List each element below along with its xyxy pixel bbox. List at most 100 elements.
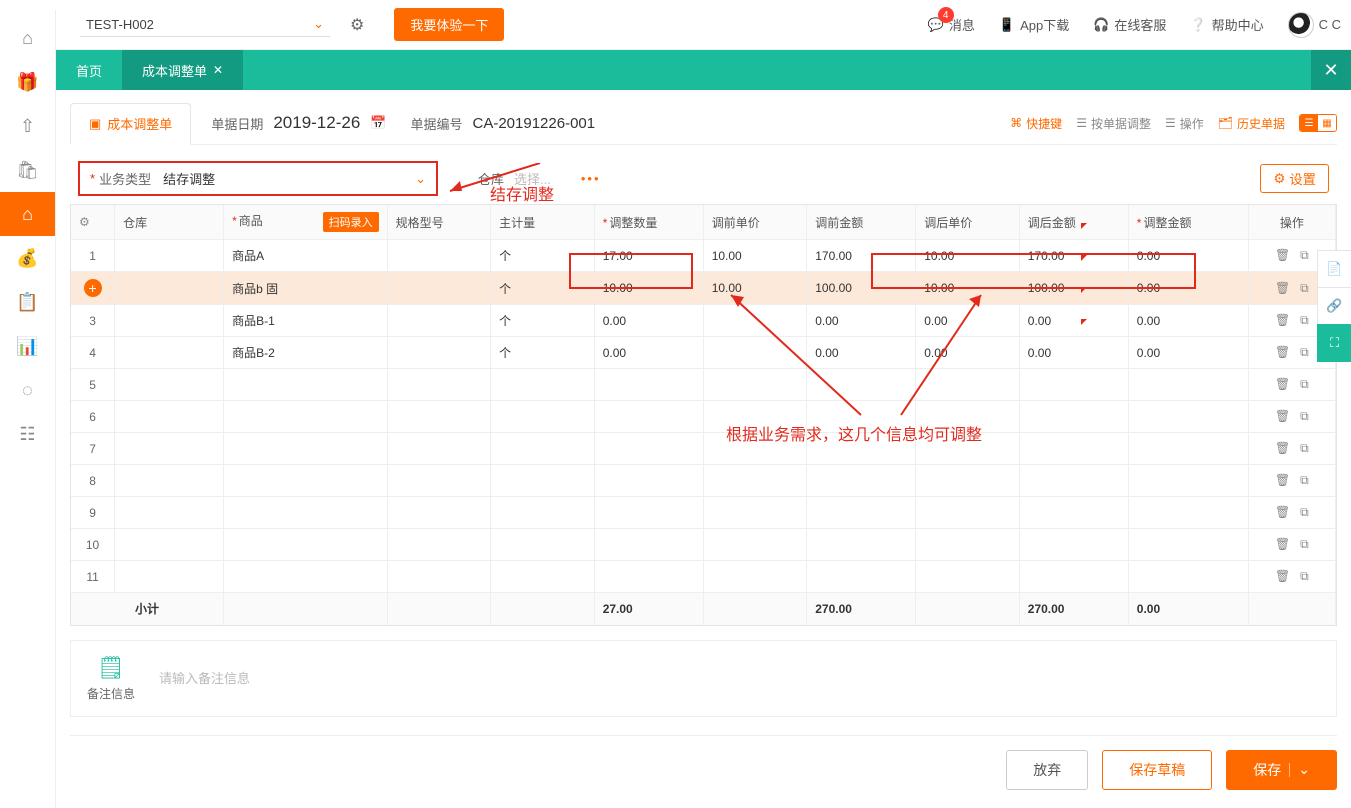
close-icon[interactable]: ✕ (213, 63, 223, 77)
nav-report[interactable]: 📊 (0, 324, 55, 368)
delete-icon[interactable]: 🗑 (1275, 377, 1290, 392)
nav-bag[interactable]: 🛍 (0, 148, 55, 192)
copy-icon[interactable]: ⧉ (1300, 569, 1309, 584)
calendar-icon[interactable]: 📅 (370, 115, 386, 131)
required-star: * (90, 171, 95, 186)
data-table: ⚙ 仓库 *商品扫码录入 规格型号 主计量 *调整数量 调前单价 调前金额 调后… (70, 204, 1337, 626)
tabs-close-all[interactable]: ✕ (1311, 50, 1351, 90)
discard-button[interactable]: 放弃 (1006, 750, 1088, 790)
app-label: App下载 (1020, 15, 1069, 34)
ops-link[interactable]: ☰ 操作 (1165, 115, 1204, 132)
nav-home[interactable]: ⌂ (0, 16, 55, 60)
table-row[interactable]: 4商品B-2个0.000.000.000.000.00🗑⧉ (71, 337, 1336, 369)
history-link[interactable]: 🗂 历史单据 (1218, 115, 1285, 132)
delete-icon[interactable]: 🗑 (1275, 505, 1290, 520)
table-row[interactable]: 7🗑⧉ (71, 433, 1336, 465)
copy-icon[interactable]: ⧉ (1300, 505, 1309, 520)
copy-icon[interactable]: ⧉ (1300, 409, 1309, 424)
table-row[interactable]: 3商品B-1个0.000.000.000.000.00🗑⧉ (71, 305, 1336, 337)
bydoc-link[interactable]: ☰ 按单据调整 (1076, 115, 1151, 132)
docno-label: 单据编号 (410, 114, 462, 133)
nav-warehouse[interactable]: ⌂ (0, 192, 55, 236)
copy-icon[interactable]: ⧉ (1300, 441, 1309, 456)
delete-icon[interactable]: 🗑 (1275, 569, 1290, 584)
col-aup: 调后单价 (916, 205, 1020, 240)
phone-icon: 📱 (999, 17, 1015, 33)
delete-icon[interactable]: 🗑 (1275, 441, 1290, 456)
chevron-down-icon: ⌄ (313, 16, 324, 32)
doc-tab[interactable]: ▣ 成本调整单 (70, 103, 191, 145)
shortcuts-link[interactable]: ⌘ 快捷键 (1010, 115, 1062, 132)
col-gear[interactable]: ⚙ (71, 205, 115, 240)
save-button[interactable]: 保存 ⌄ (1226, 750, 1337, 790)
nav-sync[interactable]: ◌ (0, 368, 55, 412)
nav-money[interactable]: 💰 (0, 236, 55, 280)
warehouse-select[interactable]: 仓库 选择... ••• (478, 169, 601, 188)
more-icon[interactable]: ••• (581, 171, 601, 186)
bydoc-label: 按单据调整 (1091, 115, 1151, 132)
table-header-row: ⚙ 仓库 *商品扫码录入 规格型号 主计量 *调整数量 调前单价 调前金额 调后… (71, 205, 1336, 240)
copy-icon[interactable]: ⧉ (1300, 248, 1309, 263)
table-row[interactable]: 10🗑⧉ (71, 529, 1336, 561)
right-link[interactable]: 🔗 (1317, 287, 1351, 325)
save-label: 保存 (1253, 760, 1281, 780)
delete-icon[interactable]: 🗑 (1275, 313, 1290, 328)
table-row[interactable]: 11🗑⧉ (71, 561, 1336, 593)
top-header: ϐ 标准版 TEST-H002 ⌄ ⚙ 我要体验一下 💬 消息 4 📱 App下… (0, 0, 1351, 50)
tab-cost-adjust[interactable]: 成本调整单 ✕ (122, 50, 243, 90)
right-expand[interactable]: ⛶ (1317, 324, 1351, 362)
date-value[interactable]: 2019-12-26 (273, 113, 360, 133)
delete-icon[interactable]: 🗑 (1275, 409, 1290, 424)
copy-icon[interactable]: ⧉ (1300, 537, 1309, 552)
col-amt: 调前金额 (807, 205, 916, 240)
view-toggle[interactable]: ☰▦ (1299, 114, 1337, 132)
help-link[interactable]: ❔ 帮助中心 (1190, 15, 1263, 34)
table-row[interactable]: 8🗑⧉ (71, 465, 1336, 497)
note-icon: 🗒 (87, 655, 135, 681)
copy-icon[interactable]: ⧉ (1300, 377, 1309, 392)
table-row[interactable]: 6🗑⧉ (71, 401, 1336, 433)
service-link[interactable]: 🎧 在线客服 (1093, 15, 1166, 34)
biz-type-select[interactable]: * 业务类型 结存调整 ⌄ (78, 161, 438, 196)
tab-home[interactable]: 首页 (56, 50, 122, 90)
doc-icon: ▣ (89, 116, 101, 132)
table-row[interactable]: 1商品A个17.0010.00170.0010.00170.000.00🗑⧉ (71, 240, 1336, 272)
nav-up[interactable]: ⇧ (0, 104, 55, 148)
app-download-link[interactable]: 📱 App下载 (999, 15, 1069, 34)
delete-icon[interactable]: 🗑 (1275, 248, 1290, 263)
tab-home-label: 首页 (76, 61, 102, 80)
delete-icon[interactable]: 🗑 (1275, 345, 1290, 360)
settings-button[interactable]: ⚙ 设置 (1260, 164, 1329, 193)
user-menu[interactable]: C C (1288, 12, 1341, 38)
remark-input[interactable] (159, 671, 1320, 686)
date-label: 单据日期 (211, 114, 263, 133)
gear-icon: ⚙ (1273, 171, 1285, 187)
copy-icon[interactable]: ⧉ (1300, 473, 1309, 488)
delete-icon[interactable]: 🗑 (1275, 537, 1290, 552)
doc-title: 成本调整单 (107, 114, 172, 133)
doc-actions: ⌘ 快捷键 ☰ 按单据调整 ☰ 操作 🗂 历史单据 ☰▦ (1010, 114, 1337, 132)
chevron-down-icon[interactable]: ⌄ (1298, 761, 1310, 778)
nav-new[interactable]: ☷ (0, 412, 55, 456)
org-selector[interactable]: TEST-H002 ⌄ (80, 12, 330, 37)
table-row[interactable]: 5🗑⧉ (71, 369, 1336, 401)
delete-icon[interactable]: 🗑 (1275, 281, 1290, 296)
gear-icon[interactable]: ⚙ (350, 15, 364, 35)
right-note[interactable]: 📄 (1317, 250, 1351, 288)
cta-button[interactable]: 我要体验一下 (394, 8, 504, 41)
nav-gift[interactable]: 🎁 (0, 60, 55, 104)
table-row[interactable]: +商品b 固个10.0010.00100.0010.00100.000.00🗑⧉ (71, 272, 1336, 305)
footer: 放弃 保存草稿 保存 ⌄ (70, 735, 1337, 808)
col-qty: *调整数量 (594, 205, 703, 240)
add-row-icon[interactable]: + (84, 279, 102, 297)
delete-icon[interactable]: 🗑 (1275, 473, 1290, 488)
save-draft-button[interactable]: 保存草稿 (1102, 750, 1212, 790)
scan-button[interactable]: 扫码录入 (323, 212, 379, 232)
copy-icon[interactable]: ⧉ (1300, 345, 1309, 360)
table-row[interactable]: 9🗑⧉ (71, 497, 1336, 529)
gear-icon: ⚙ (79, 215, 90, 229)
nav-clipboard[interactable]: 📋 (0, 280, 55, 324)
messages-link[interactable]: 💬 消息 4 (928, 15, 975, 34)
copy-icon[interactable]: ⧉ (1300, 313, 1309, 328)
copy-icon[interactable]: ⧉ (1300, 281, 1309, 296)
